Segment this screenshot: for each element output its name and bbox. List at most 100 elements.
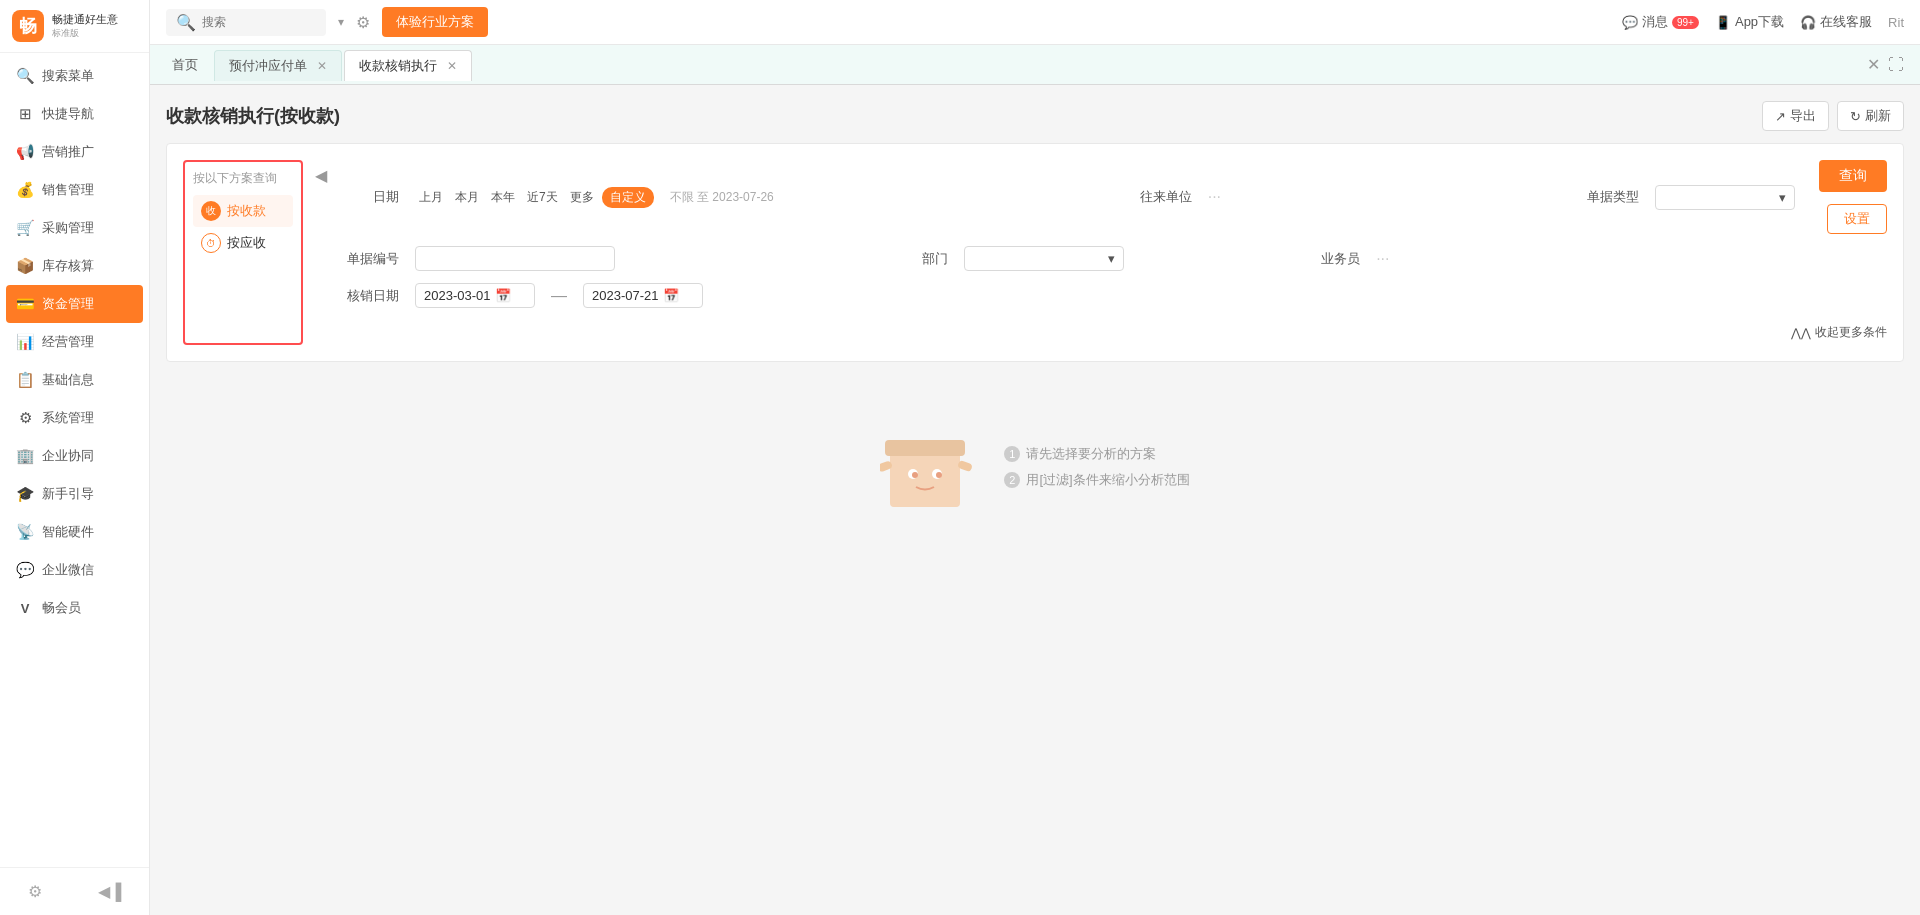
svg-rect-0 (890, 452, 960, 507)
sidebar-item-search-menu[interactable]: 🔍 搜索菜单 (0, 57, 149, 95)
refresh-btn[interactable]: ↻ 刷新 (1837, 101, 1904, 131)
export-btn[interactable]: ↗ 导出 (1762, 101, 1829, 131)
sidebar-item-member[interactable]: V 畅会员 (0, 589, 149, 627)
sidebar-item-label-operations: 经营管理 (42, 333, 94, 351)
date-quick-group: 上月 本月 本年 近7天 更多 自定义 不限 至 2023-07-26 (415, 187, 774, 208)
sidebar-item-wechat[interactable]: 💬 企业微信 (0, 551, 149, 589)
filter-option-by-receipt[interactable]: 收 按收款 (193, 195, 293, 227)
date-quick-7days[interactable]: 近7天 (523, 187, 562, 208)
tab-prepay[interactable]: 预付冲应付单 ✕ (214, 50, 342, 81)
tab-receipt[interactable]: 收款核销执行 ✕ (344, 50, 472, 81)
user-name[interactable]: Rit (1888, 15, 1904, 30)
app-logo-icon: 畅 (12, 10, 44, 42)
filter-collapse-btn[interactable]: ◀ (315, 160, 327, 345)
setting-btn[interactable]: 设置 (1827, 204, 1887, 234)
date-quick-more[interactable]: 更多 (566, 187, 598, 208)
empty-num-2: 2 (1004, 472, 1020, 488)
search-input[interactable] (202, 15, 302, 29)
calendar-start-icon[interactable]: 📅 (495, 288, 511, 303)
main-area: 🔍 ▾ ⚙ 体验行业方案 💬 消息 99+ 📱 App下载 🎧 在线客服 Rit (150, 0, 1920, 915)
close-window-btn[interactable]: ✕ (1867, 55, 1880, 74)
sidebar-item-system[interactable]: ⚙ 系统管理 (0, 399, 149, 437)
sidebar-item-inventory[interactable]: 📦 库存核算 (0, 247, 149, 285)
sidebar-item-label-purchase: 采购管理 (42, 219, 94, 237)
query-btn[interactable]: 查询 (1819, 160, 1887, 192)
empty-num-1: 1 (1004, 446, 1020, 462)
sidebar-item-operations[interactable]: 📊 经营管理 (0, 323, 149, 361)
tab-receipt-close-icon[interactable]: ✕ (447, 59, 457, 73)
sidebar-item-enterprise[interactable]: 🏢 企业协同 (0, 437, 149, 475)
verify-date-start-input[interactable]: 2023-03-01 📅 (415, 283, 535, 308)
empty-hint-2-text: 用[过滤]条件来缩小分析范围 (1026, 467, 1189, 493)
sidebar-item-label-system: 系统管理 (42, 409, 94, 427)
guide-icon: 🎓 (16, 485, 34, 503)
doc-type-select[interactable]: ▾ (1655, 185, 1795, 210)
filter-row-3: 核销日期 2023-03-01 📅 — 2023-07-21 📅 (339, 283, 1887, 308)
filter-sidebar: 按以下方案查询 收 按收款 ⏱ 按应收 (183, 160, 303, 345)
topbar-search-box[interactable]: 🔍 (166, 9, 326, 36)
sidebar-item-label-inventory: 库存核算 (42, 257, 94, 275)
sidebar-item-purchase[interactable]: 🛒 采购管理 (0, 209, 149, 247)
verify-date-end-input[interactable]: 2023-07-21 📅 (583, 283, 703, 308)
empty-box-svg (880, 422, 980, 512)
online-service-btn[interactable]: 🎧 在线客服 (1800, 13, 1872, 31)
refresh-icon: ↻ (1850, 109, 1861, 124)
sidebar-item-guide[interactable]: 🎓 新手引导 (0, 475, 149, 513)
collapse-sidebar-btn[interactable]: ◀▐ (92, 876, 127, 907)
message-icon: 💬 (1622, 15, 1638, 30)
date-range-text: 不限 至 2023-07-26 (670, 189, 774, 206)
counterpart-input[interactable]: ··· (1208, 188, 1221, 206)
wechat-icon: 💬 (16, 561, 34, 579)
sidebar-item-finance[interactable]: 💳 资金管理 (6, 285, 143, 323)
app-name-block: 畅捷通好生意 标准版 (52, 12, 118, 39)
trial-industry-btn[interactable]: 体验行业方案 (382, 7, 488, 37)
doc-type-chevron-icon: ▾ (1779, 190, 1786, 205)
collapse-more-conditions[interactable]: ⋀⋀ 收起更多条件 (339, 320, 1887, 345)
search-icon: 🔍 (176, 13, 196, 32)
maximize-window-btn[interactable]: ⛶ (1888, 56, 1904, 74)
operations-icon: 📊 (16, 333, 34, 351)
sidebar-item-marketing[interactable]: 📢 营销推广 (0, 133, 149, 171)
sidebar-item-hardware[interactable]: 📡 智能硬件 (0, 513, 149, 551)
sidebar-item-label-basic-info: 基础信息 (42, 371, 94, 389)
sidebar-item-quick-nav[interactable]: ⊞ 快捷导航 (0, 95, 149, 133)
tab-prepay-close-icon[interactable]: ✕ (317, 59, 327, 73)
staff-label: 业务员 (1300, 250, 1360, 268)
dept-select[interactable]: ▾ (964, 246, 1124, 271)
hardware-icon: 📡 (16, 523, 34, 541)
member-icon: V (16, 601, 34, 616)
sidebar-item-label-wechat: 企业微信 (42, 561, 94, 579)
app-download-btn[interactable]: 📱 App下载 (1715, 13, 1784, 31)
sidebar-item-label-marketing: 营销推广 (42, 143, 94, 161)
filter-option-by-receivable[interactable]: ⏱ 按应收 (193, 227, 293, 259)
app-edition: 标准版 (52, 27, 118, 40)
staff-input[interactable]: ··· (1376, 250, 1389, 268)
date-quick-last-month[interactable]: 上月 (415, 187, 447, 208)
doc-no-input[interactable] (415, 246, 615, 271)
topbar-gear-icon[interactable]: ⚙ (356, 13, 370, 32)
tab-home[interactable]: 首页 (158, 50, 212, 80)
sidebar-item-label-finance: 资金管理 (42, 295, 94, 313)
sidebar-nav: 🔍 搜索菜单 ⊞ 快捷导航 📢 营销推广 💰 销售管理 🛒 采购管理 📦 库存核… (0, 53, 149, 867)
collapse-more-label: 收起更多条件 (1815, 324, 1887, 341)
filter-row-1: 日期 上月 本月 本年 近7天 更多 自定义 不限 至 2023-07-26 (339, 160, 1887, 234)
sales-icon: 💰 (16, 181, 34, 199)
calendar-end-icon[interactable]: 📅 (663, 288, 679, 303)
filter-sidebar-title: 按以下方案查询 (193, 170, 293, 187)
date-quick-this-year[interactable]: 本年 (487, 187, 519, 208)
filter-actions: 查询 设置 (1811, 160, 1887, 234)
sidebar-item-basic-info[interactable]: 📋 基础信息 (0, 361, 149, 399)
settings-bottom-btn[interactable]: ⚙ (22, 876, 48, 907)
date-quick-custom[interactable]: 自定义 (602, 187, 654, 208)
date-quick-btns: 上月 本月 本年 近7天 更多 自定义 (415, 187, 654, 208)
sidebar: 畅 畅捷通好生意 标准版 🔍 搜索菜单 ⊞ 快捷导航 📢 营销推广 💰 销售管理… (0, 0, 150, 915)
sidebar-item-label-hardware: 智能硬件 (42, 523, 94, 541)
system-icon: ⚙ (16, 409, 34, 427)
message-btn[interactable]: 💬 消息 99+ (1622, 13, 1699, 31)
topbar-chevron-icon[interactable]: ▾ (338, 15, 344, 29)
filter-option-label-by-receipt: 按收款 (227, 202, 266, 220)
sidebar-item-sales[interactable]: 💰 销售管理 (0, 171, 149, 209)
date-quick-this-month[interactable]: 本月 (451, 187, 483, 208)
sidebar-item-label-member: 畅会员 (42, 599, 81, 617)
doc-no-label: 单据编号 (339, 250, 399, 268)
